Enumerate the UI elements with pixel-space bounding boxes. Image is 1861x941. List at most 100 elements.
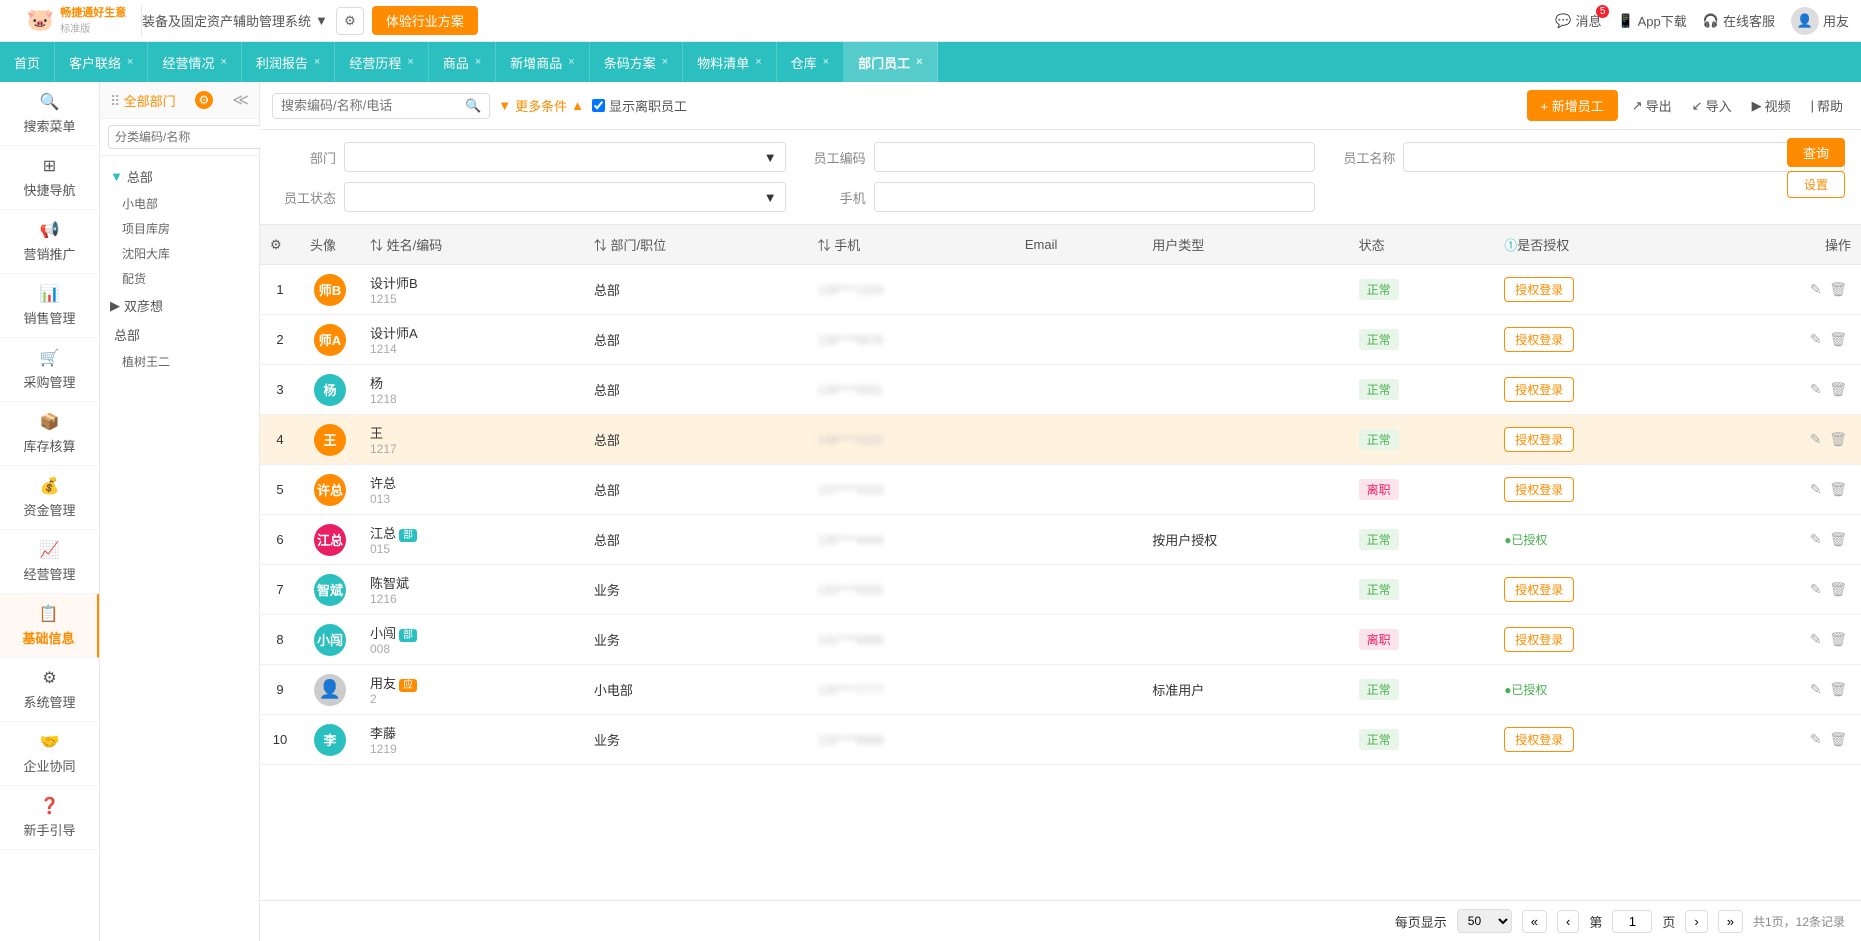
tab-close-icon[interactable]: × <box>407 56 413 68</box>
col-settings[interactable]: ⚙ <box>260 225 300 265</box>
tab-history[interactable]: 经营历程× <box>335 42 428 82</box>
help-button[interactable]: | 帮助 <box>1805 92 1849 119</box>
sidebar-item-inventory[interactable]: 📦 库存核算 <box>0 402 99 466</box>
setting-button[interactable]: 设置 <box>1787 171 1845 198</box>
dimission-checkbox-input[interactable] <box>592 99 605 112</box>
auth-login-button[interactable]: 授权登录 <box>1504 377 1574 402</box>
app-download-button[interactable]: 📱 App下载 <box>1617 11 1686 30</box>
dept-tree-item-distribution[interactable]: 配货 <box>100 266 259 291</box>
message-button[interactable]: 💬 消息 5 <box>1555 11 1601 30</box>
empcode-filter-input[interactable] <box>874 142 1316 172</box>
tab-customer[interactable]: 客户联络× <box>55 42 148 82</box>
dept-tree-item-general[interactable]: ▼ 总部 <box>100 162 259 191</box>
tab-warehouse[interactable]: 仓库× <box>777 42 844 82</box>
tab-barcode[interactable]: 条码方案× <box>590 42 683 82</box>
edit-button[interactable]: ✎ <box>1810 731 1822 747</box>
auth-login-button[interactable]: 授权登录 <box>1504 727 1574 752</box>
edit-button[interactable]: ✎ <box>1810 331 1822 347</box>
delete-button[interactable]: 🗑 <box>1829 331 1847 347</box>
col-name-code[interactable]: ⇅ 姓名/编码 <box>360 225 584 265</box>
sidebar-item-basic-info[interactable]: 📋 基础信息 <box>0 594 99 658</box>
tab-dept-employee[interactable]: 部门员工× <box>844 42 937 82</box>
sidebar-item-finance[interactable]: 💰 资金管理 <box>0 466 99 530</box>
tab-new-goods[interactable]: 新增商品× <box>496 42 589 82</box>
gear-button[interactable]: ⚙ <box>336 7 364 35</box>
page-number-input[interactable] <box>1612 910 1652 933</box>
page-size-select[interactable]: 50 20 100 <box>1457 909 1512 933</box>
dept-tree-item-zhishu[interactable]: 植树王二 <box>100 349 259 374</box>
first-page-button[interactable]: « <box>1522 910 1547 933</box>
tab-goods[interactable]: 商品× <box>429 42 496 82</box>
next-page-button[interactable]: › <box>1685 910 1707 933</box>
tab-close-icon[interactable]: × <box>662 56 668 68</box>
export-button[interactable]: ↗ 导出 <box>1626 92 1678 119</box>
delete-button[interactable]: 🗑 <box>1829 381 1847 397</box>
sidebar-item-purchase[interactable]: 🛒 采购管理 <box>0 338 99 402</box>
col-phone[interactable]: ⇅ 手机 <box>808 225 1015 265</box>
tab-close-icon[interactable]: × <box>916 56 922 68</box>
col-dept-position[interactable]: ⇅ 部门/职位 <box>584 225 808 265</box>
tab-close-icon[interactable]: × <box>755 56 761 68</box>
tab-operations[interactable]: 经营情况× <box>148 42 241 82</box>
prev-page-button[interactable]: ‹ <box>1557 910 1579 933</box>
last-page-button[interactable]: » <box>1718 910 1743 933</box>
video-button[interactable]: ▶ 视频 <box>1746 92 1797 119</box>
edit-button[interactable]: ✎ <box>1810 481 1822 497</box>
trial-button[interactable]: 体验行业方案 <box>372 6 478 35</box>
tab-bom[interactable]: 物料清单× <box>683 42 776 82</box>
edit-button[interactable]: ✎ <box>1810 381 1822 397</box>
edit-button[interactable]: ✎ <box>1810 581 1822 597</box>
sidebar-item-quicknav[interactable]: ⊞ 快捷导航 <box>0 146 99 210</box>
dept-settings-icon[interactable]: ⚙ <box>195 91 213 109</box>
edit-button[interactable]: ✎ <box>1810 281 1822 297</box>
delete-button[interactable]: 🗑 <box>1829 631 1847 647</box>
sidebar-item-guide[interactable]: ❓ 新手引导 <box>0 786 99 850</box>
status-filter-select[interactable]: ▼ <box>344 182 786 212</box>
tab-close-icon[interactable]: × <box>568 56 574 68</box>
edit-button[interactable]: ✎ <box>1810 531 1822 547</box>
dept-tree-item-double[interactable]: ▶ 双彦想 <box>100 291 259 320</box>
query-button[interactable]: 查询 <box>1787 138 1845 167</box>
tab-close-icon[interactable]: × <box>220 56 226 68</box>
delete-button[interactable]: 🗑 <box>1829 481 1847 497</box>
tab-close-icon[interactable]: × <box>823 56 829 68</box>
auth-login-button[interactable]: 授权登录 <box>1504 577 1574 602</box>
dept-tree-item-hq[interactable]: 总部 <box>100 320 259 349</box>
search-input[interactable] <box>281 98 461 113</box>
auth-login-button[interactable]: 授权登录 <box>1504 627 1574 652</box>
customer-service-button[interactable]: 🎧 在线客服 <box>1703 11 1775 30</box>
dept-search-input[interactable] <box>108 125 277 149</box>
show-dimission-checkbox[interactable]: 显示离职员工 <box>592 96 687 115</box>
sidebar-item-collab[interactable]: 🤝 企业协同 <box>0 722 99 786</box>
tab-close-icon[interactable]: × <box>475 56 481 68</box>
sidebar-item-management[interactable]: 📈 经营管理 <box>0 530 99 594</box>
edit-button[interactable]: ✎ <box>1810 681 1822 697</box>
auth-login-button[interactable]: 授权登录 <box>1504 277 1574 302</box>
auth-login-button[interactable]: 授权登录 <box>1504 427 1574 452</box>
dept-filter-select[interactable]: ▼ <box>344 142 786 172</box>
auth-login-button[interactable]: 授权登录 <box>1504 327 1574 352</box>
tab-close-icon[interactable]: × <box>314 56 320 68</box>
dept-collapse-icon[interactable]: ≪ <box>232 90 249 110</box>
delete-button[interactable]: 🗑 <box>1829 431 1847 447</box>
import-button[interactable]: ↙ 导入 <box>1686 92 1738 119</box>
tab-close-icon[interactable]: × <box>127 56 133 68</box>
more-conditions-button[interactable]: ▼ 更多条件 ▲ <box>498 96 584 115</box>
empname-filter-input[interactable] <box>1403 142 1845 172</box>
delete-button[interactable]: 🗑 <box>1829 581 1847 597</box>
tab-profit[interactable]: 利润报告× <box>242 42 335 82</box>
delete-button[interactable]: 🗑 <box>1829 731 1847 747</box>
system-selector[interactable]: 装备及固定资产辅助管理系统 ▼ <box>142 11 328 30</box>
edit-button[interactable]: ✎ <box>1810 631 1822 647</box>
sidebar-item-sales[interactable]: 📊 销售管理 <box>0 274 99 338</box>
delete-button[interactable]: 🗑 <box>1829 281 1847 297</box>
tab-home[interactable]: 首页 <box>0 42 55 82</box>
auth-login-button[interactable]: 授权登录 <box>1504 477 1574 502</box>
dept-tree-item-shenyang[interactable]: 沈阳大库 <box>100 241 259 266</box>
add-employee-button[interactable]: + 新增员工 <box>1527 90 1618 121</box>
sidebar-item-marketing[interactable]: 📢 营销推广 <box>0 210 99 274</box>
dept-tree-item-small-elec[interactable]: 小电部 <box>100 191 259 216</box>
user-button[interactable]: 👤 用友 <box>1791 7 1849 35</box>
delete-button[interactable]: 🗑 <box>1829 531 1847 547</box>
phone-filter-input[interactable] <box>874 182 1316 212</box>
